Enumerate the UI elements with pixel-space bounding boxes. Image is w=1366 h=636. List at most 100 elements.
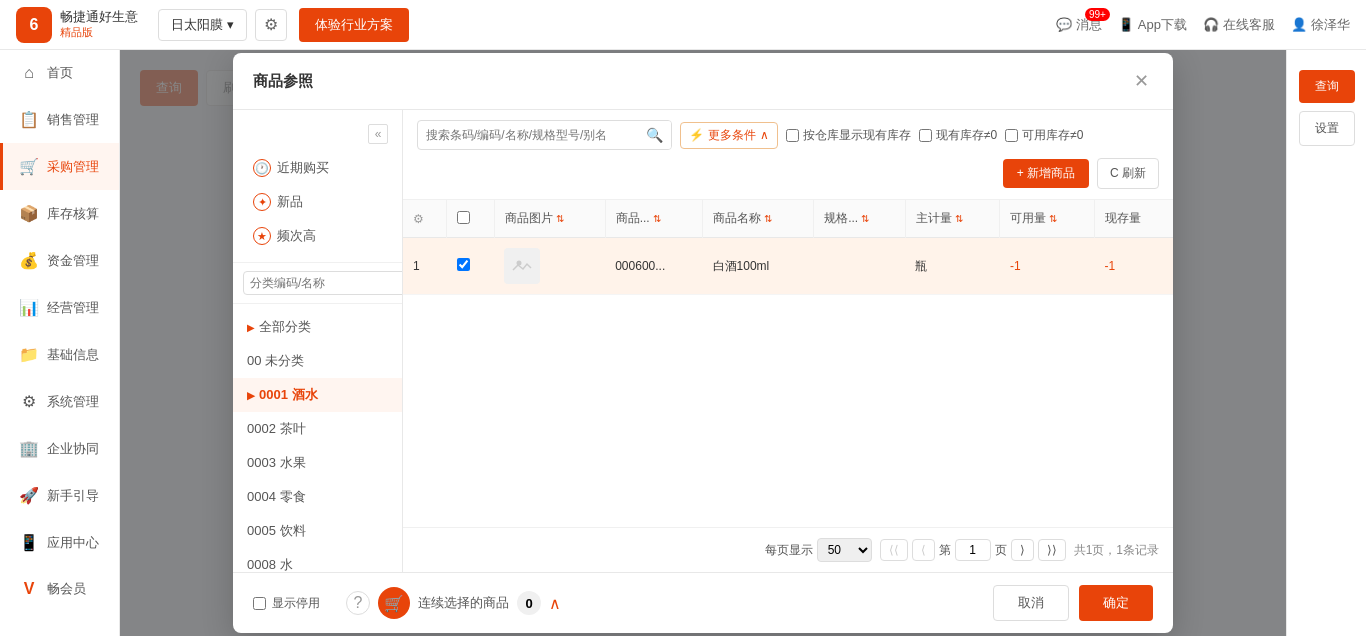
sort-icon-img[interactable]: ⇅ [556, 213, 564, 224]
sort-icon-name[interactable]: ⇅ [764, 213, 772, 224]
recent-purchase-item[interactable]: 🕐 近期购买 [243, 152, 392, 184]
cart-collapse-arrow[interactable]: ∧ [549, 594, 561, 613]
gear-button[interactable]: ⚙ [255, 9, 287, 41]
cell-name: 白酒100ml [703, 238, 814, 295]
product-search-input[interactable] [418, 128, 638, 142]
filter-stock-ne0-check[interactable]: 现有库存≠0 [919, 127, 997, 144]
top-nav: 6 畅捷通好生意 精品版 日太阳膜 ▾ ⚙ 体验行业方案 💬 消息 99+ 📱 … [0, 0, 1366, 50]
try-industry-btn[interactable]: 体验行业方案 [299, 8, 409, 42]
filter-warehouse-check[interactable]: 按仓库显示现有库存 [786, 127, 911, 144]
category-list: ▶ 全部分类 00 未分类 ▶ 0001 酒水 0002 茶 [233, 304, 402, 572]
sidebar-item-operation[interactable]: 📊 经营管理 [0, 284, 119, 331]
sidebar-item-member[interactable]: V 畅会员 [0, 566, 119, 612]
th-checkbox [447, 200, 494, 238]
th-spec: 规格...⇅ [814, 200, 906, 238]
sidebar-item-sales[interactable]: 📋 销售管理 [0, 96, 119, 143]
finance-icon: 💰 [19, 251, 39, 270]
sidebar-item-finance[interactable]: 💰 资金管理 [0, 237, 119, 284]
sidebar-item-purchase[interactable]: 🛒 采购管理 [0, 143, 119, 190]
rsp-settings-btn[interactable]: 设置 [1299, 111, 1355, 146]
sidebar: ⌂ 首页 📋 销售管理 🛒 采购管理 📦 库存核算 💰 资金管理 📊 经营管理 … [0, 50, 120, 636]
refresh-btn[interactable]: C 刷新 [1097, 158, 1159, 189]
prev-page-btn[interactable]: ⟨ [912, 539, 935, 561]
guide-icon: 🚀 [19, 486, 39, 505]
cell-unit: 瓶 [905, 238, 1000, 295]
sort-icon-available[interactable]: ⇅ [1049, 213, 1057, 224]
modal-close-btn[interactable]: ✕ [1129, 69, 1153, 93]
confirm-btn[interactable]: 确定 [1079, 585, 1153, 621]
frequent-item[interactable]: ★ 频次高 [243, 220, 392, 252]
cart-icon: 🛒 [378, 587, 410, 619]
show-disabled-check[interactable]: 显示停用 [253, 595, 320, 612]
online-service-btn[interactable]: 🎧 在线客服 [1203, 16, 1275, 34]
filter-available-ne0-check[interactable]: 可用库存≠0 [1005, 127, 1083, 144]
cat-0003[interactable]: 0003 水果 [233, 446, 402, 480]
cat-0001[interactable]: ▶ 0001 酒水 [233, 378, 402, 412]
sidebar-item-apps[interactable]: 📱 应用中心 [0, 519, 119, 566]
help-icon[interactable]: ? [346, 591, 370, 615]
cat-0004[interactable]: 0004 零食 [233, 480, 402, 514]
more-filter-btn[interactable]: ⚡ 更多条件 ∧ [680, 122, 778, 149]
cart-area[interactable]: ? 🛒 连续选择的商品 0 ∧ [346, 587, 561, 619]
rsp-buttons-group: 查询 设置 [1294, 60, 1360, 156]
page-number-input[interactable] [955, 539, 991, 561]
basic-icon: 📁 [19, 345, 39, 364]
cat-0002[interactable]: 0002 茶叶 [233, 412, 402, 446]
home-icon: ⌂ [19, 64, 39, 82]
cell-checkbox[interactable] [447, 238, 494, 295]
category-search-box: 🔍 [233, 263, 402, 304]
cat-all[interactable]: ▶ 全部分类 [233, 310, 402, 344]
left-panel: « 🕐 近期购买 ✦ 新品 ★ [233, 110, 403, 572]
rsp-query-btn[interactable]: 查询 [1299, 70, 1355, 103]
sort-icon-code[interactable]: ⇅ [653, 213, 661, 224]
nav-selector[interactable]: 日太阳膜 ▾ [158, 9, 247, 41]
sidebar-item-system[interactable]: ⚙ 系统管理 [0, 378, 119, 425]
last-page-btn[interactable]: ⟩⟩ [1038, 539, 1066, 561]
th-img: 商品图片⇅ [494, 200, 605, 238]
sidebar-item-guide[interactable]: 🚀 新手引导 [0, 472, 119, 519]
sidebar-item-enterprise[interactable]: 🏢 企业协同 [0, 425, 119, 472]
star-icon: ★ [253, 227, 271, 245]
show-disabled-checkbox[interactable] [253, 597, 266, 610]
new-product-item[interactable]: ✦ 新品 [243, 186, 392, 218]
modal-header: 商品参照 ✕ [233, 53, 1173, 110]
first-page-btn[interactable]: ⟨⟨ [880, 539, 908, 561]
product-search-icon[interactable]: 🔍 [638, 121, 671, 149]
brand-text: 畅捷通好生意 精品版 [60, 9, 138, 41]
sort-icon-unit[interactable]: ⇅ [955, 213, 963, 224]
user-avatar[interactable]: 👤 徐泽华 [1291, 16, 1350, 34]
app-download-btn[interactable]: 📱 App下载 [1118, 16, 1187, 34]
cat-arrow-all: ▶ [247, 322, 255, 333]
add-product-btn[interactable]: + 新增商品 [1003, 159, 1089, 188]
sales-icon: 📋 [19, 110, 39, 129]
sidebar-item-home[interactable]: ⌂ 首页 [0, 50, 119, 96]
message-btn[interactable]: 💬 消息 99+ [1056, 16, 1102, 34]
sidebar-item-basic[interactable]: 📁 基础信息 [0, 331, 119, 378]
message-icon: 💬 [1056, 17, 1072, 32]
th-name: 商品名称⇅ [703, 200, 814, 238]
page-navigation: ⟨⟨ ⟨ 第 页 ⟩ ⟩⟩ [880, 539, 1066, 561]
next-page-btn[interactable]: ⟩ [1011, 539, 1034, 561]
table-settings-icon[interactable]: ⚙ [413, 212, 424, 226]
th-stock: 现存量 [1094, 200, 1173, 238]
total-info: 共1页，1条记录 [1074, 542, 1159, 559]
th-settings[interactable]: ⚙ [403, 200, 447, 238]
sort-icon-spec[interactable]: ⇅ [861, 213, 869, 224]
row-checkbox[interactable] [457, 258, 470, 271]
sidebar-item-inventory[interactable]: 📦 库存核算 [0, 190, 119, 237]
cat-0008[interactable]: 0008 水 [233, 548, 402, 572]
table-row[interactable]: 1 000600... 白酒100ml 瓶 -1 -1 [403, 238, 1173, 295]
inventory-icon: 📦 [19, 204, 39, 223]
cancel-btn[interactable]: 取消 [993, 585, 1069, 621]
cat-00[interactable]: 00 未分类 [233, 344, 402, 378]
product-table-wrap: ⚙ 商品图片⇅ 商品...⇅ [403, 200, 1173, 527]
chevron-up-icon: ∧ [760, 128, 769, 142]
cell-stock: -1 [1094, 238, 1173, 295]
category-search-input[interactable] [243, 271, 403, 295]
select-all-checkbox[interactable] [457, 211, 470, 224]
per-page-dropdown[interactable]: 50 20 100 [817, 538, 872, 562]
logo-icon: 6 [16, 7, 52, 43]
collapse-panel-btn[interactable]: « [368, 124, 388, 144]
cat-0005[interactable]: 0005 饮料 [233, 514, 402, 548]
modal-title: 商品参照 [253, 72, 313, 91]
